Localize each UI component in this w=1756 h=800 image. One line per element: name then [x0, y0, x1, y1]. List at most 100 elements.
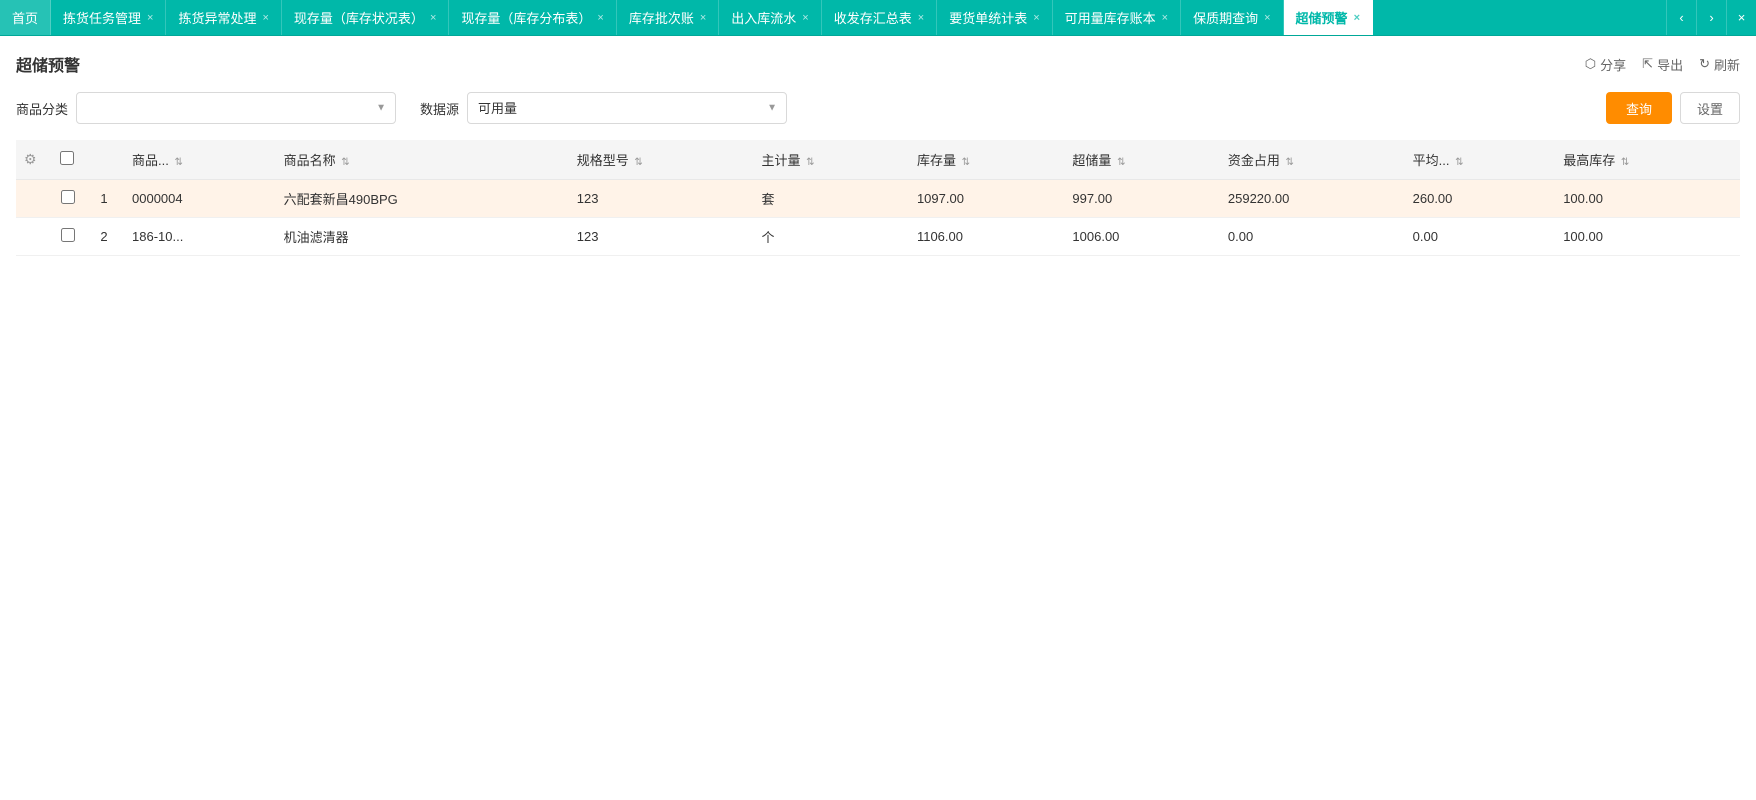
table-row: 2 186-10... 机油滤清器 123 个 1106.00 1006.00 … — [16, 218, 1740, 256]
export-button[interactable]: ⇱ 导出 — [1642, 55, 1683, 74]
close-icon[interactable]: × — [802, 12, 808, 24]
datasource-select-wrapper: 可用量 — [467, 92, 787, 124]
category-label: 商品分类 — [16, 99, 68, 118]
row-checkbox[interactable] — [61, 190, 75, 204]
row-overstock-qty: 1006.00 — [1064, 218, 1219, 256]
sort-icon: ⇅ — [634, 157, 642, 168]
nav-tab-inventory-status[interactable]: 现存量（库存状况表） × — [282, 0, 449, 35]
row-product-code: 0000004 — [124, 180, 276, 218]
sort-icon: ⇅ — [341, 157, 349, 168]
nav-arrow-close[interactable]: × — [1726, 0, 1756, 36]
share-icon: ⬡ — [1585, 56, 1596, 72]
top-nav: 首页 拣货任务管理 × 拣货异常处理 × 现存量（库存状况表） × 现存量（库存… — [0, 0, 1756, 36]
close-icon[interactable]: × — [1033, 12, 1039, 24]
query-button[interactable]: 查询 — [1606, 92, 1672, 124]
col-num — [84, 140, 124, 180]
close-icon[interactable]: × — [1264, 12, 1270, 24]
col-max-stock[interactable]: 最高库存 ⇅ — [1555, 140, 1740, 180]
close-icon[interactable]: × — [1162, 12, 1168, 24]
row-stock-qty: 1106.00 — [909, 218, 1064, 256]
page-title: 超储预警 — [16, 52, 80, 76]
refresh-icon: ↻ — [1699, 56, 1710, 72]
row-product-name: 机油滤清器 — [276, 218, 569, 256]
page-container: 超储预警 ⬡ 分享 ⇱ 导出 ↻ 刷新 商品分类 — [0, 36, 1756, 800]
datasource-select[interactable]: 可用量 — [467, 92, 787, 124]
data-table: ⚙ 商品... ⇅ 商品名称 ⇅ 规格型号 ⇅ — [16, 140, 1740, 256]
nav-tab-inventory-dist[interactable]: 现存量（库存分布表） × — [449, 0, 616, 35]
filter-group-category: 商品分类 — [16, 92, 396, 124]
sort-icon: ⇅ — [1621, 157, 1629, 168]
row-unit: 套 — [753, 180, 908, 218]
category-select-wrapper — [76, 92, 396, 124]
row-capital-usage: 259220.00 — [1220, 180, 1405, 218]
share-button[interactable]: ⬡ 分享 — [1585, 55, 1626, 74]
col-settings[interactable]: ⚙ — [16, 140, 52, 180]
row-product-code: 186-10... — [124, 218, 276, 256]
col-product-name[interactable]: 商品名称 ⇅ — [276, 140, 569, 180]
settings-button[interactable]: 设置 — [1680, 92, 1740, 124]
nav-tab-inventory-batch[interactable]: 库存批次账 × — [617, 0, 719, 35]
col-avg[interactable]: 平均... ⇅ — [1405, 140, 1556, 180]
nav-tab-usable-account[interactable]: 可用量库存账本 × — [1053, 0, 1181, 35]
row-checkbox[interactable] — [61, 228, 75, 242]
nav-arrows: ‹ › × — [1666, 0, 1756, 36]
sort-icon: ⇅ — [1286, 157, 1294, 168]
sort-icon: ⇅ — [1455, 157, 1463, 168]
table-header-row: ⚙ 商品... ⇅ 商品名称 ⇅ 规格型号 ⇅ — [16, 140, 1740, 180]
filter-row: 商品分类 数据源 可用量 查询 设置 — [16, 92, 1740, 124]
table-row: 1 0000004 六配套新昌490BPG 123 套 1097.00 997.… — [16, 180, 1740, 218]
category-select[interactable] — [76, 92, 396, 124]
row-checkbox-cell[interactable] — [52, 180, 84, 218]
sort-icon: ⇅ — [1117, 157, 1125, 168]
nav-arrow-right[interactable]: › — [1696, 0, 1726, 36]
nav-tab-inout-flow[interactable]: 出入库流水 × — [719, 0, 821, 35]
row-unit: 个 — [753, 218, 908, 256]
nav-tab-task-mgmt[interactable]: 拣货任务管理 × — [51, 0, 166, 35]
nav-tab-order-stats[interactable]: 要货单统计表 × — [937, 0, 1052, 35]
row-settings-cell — [16, 180, 52, 218]
col-stock-qty[interactable]: 库存量 ⇅ — [909, 140, 1064, 180]
nav-tab-abnormal[interactable]: 拣货异常处理 × — [166, 0, 281, 35]
row-stock-qty: 1097.00 — [909, 180, 1064, 218]
row-overstock-qty: 997.00 — [1064, 180, 1219, 218]
row-num: 2 — [84, 218, 124, 256]
gear-icon[interactable]: ⚙ — [24, 151, 37, 167]
nav-arrow-left[interactable]: ‹ — [1666, 0, 1696, 36]
row-avg: 260.00 — [1405, 180, 1556, 218]
col-capital-usage[interactable]: 资金占用 ⇅ — [1220, 140, 1405, 180]
row-num: 1 — [84, 180, 124, 218]
row-capital-usage: 0.00 — [1220, 218, 1405, 256]
close-icon[interactable]: × — [147, 12, 153, 24]
col-product-code[interactable]: 商品... ⇅ — [124, 140, 276, 180]
row-checkbox-cell[interactable] — [52, 218, 84, 256]
filter-group-datasource: 数据源 可用量 — [420, 92, 787, 124]
sort-icon: ⇅ — [174, 157, 182, 168]
nav-tab-overstock-alert[interactable]: 超储预警 × — [1284, 0, 1373, 35]
col-spec[interactable]: 规格型号 ⇅ — [569, 140, 754, 180]
col-unit[interactable]: 主计量 ⇅ — [753, 140, 908, 180]
row-spec: 123 — [569, 180, 754, 218]
header-actions: ⬡ 分享 ⇱ 导出 ↻ 刷新 — [1585, 55, 1740, 74]
page-header: 超储预警 ⬡ 分享 ⇱ 导出 ↻ 刷新 — [16, 52, 1740, 76]
close-icon[interactable]: × — [1354, 12, 1360, 24]
row-max-stock: 100.00 — [1555, 218, 1740, 256]
datasource-label: 数据源 — [420, 99, 459, 118]
sort-icon: ⇅ — [806, 157, 814, 168]
select-all-checkbox[interactable] — [60, 151, 74, 165]
filter-actions: 查询 设置 — [1606, 92, 1740, 124]
close-icon[interactable]: × — [262, 12, 268, 24]
nav-tab-home[interactable]: 首页 — [0, 0, 51, 35]
export-icon: ⇱ — [1642, 56, 1653, 72]
close-icon[interactable]: × — [430, 12, 436, 24]
row-max-stock: 100.00 — [1555, 180, 1740, 218]
close-icon[interactable]: × — [597, 12, 603, 24]
row-spec: 123 — [569, 218, 754, 256]
nav-tab-collect-summary[interactable]: 收发存汇总表 × — [822, 0, 937, 35]
nav-tab-quality-period[interactable]: 保质期查询 × — [1181, 0, 1283, 35]
col-overstock-qty[interactable]: 超储量 ⇅ — [1064, 140, 1219, 180]
close-icon[interactable]: × — [700, 12, 706, 24]
refresh-button[interactable]: ↻ 刷新 — [1699, 55, 1740, 74]
close-icon[interactable]: × — [918, 12, 924, 24]
sort-icon: ⇅ — [962, 157, 970, 168]
col-checkbox[interactable] — [52, 140, 84, 180]
